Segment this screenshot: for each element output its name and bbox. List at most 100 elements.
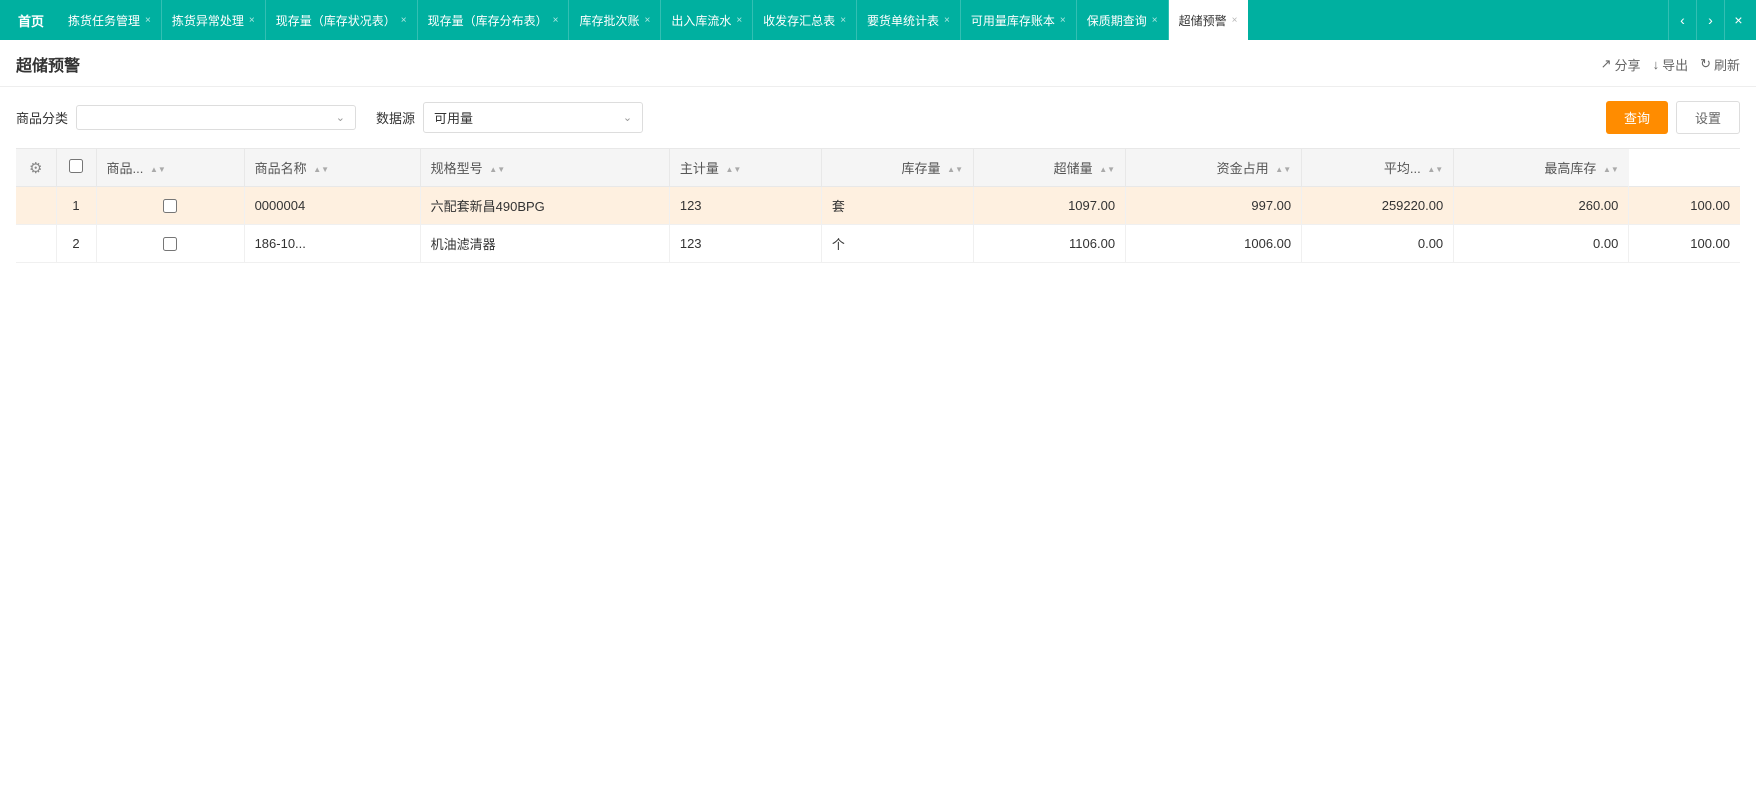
row-gear-cell: [16, 225, 56, 263]
tab-label: 库存批次账: [579, 12, 639, 29]
table-container: ⚙ 商品... ▲▼ 商品名称 ▲▼ 规格型号 ▲▼: [0, 148, 1756, 263]
tab-label: 出入库流水: [671, 12, 731, 29]
row-unit: 个: [821, 225, 973, 263]
tab-batch-account[interactable]: 库存批次账 ×: [569, 0, 661, 40]
category-label: 商品分类: [16, 108, 68, 127]
row-capital: 259220.00: [1302, 187, 1454, 225]
row-checkbox[interactable]: [96, 225, 244, 263]
table-row: 1 0000004 六配套新昌490BPG 123 套 1097.00 997.…: [16, 187, 1740, 225]
sort-arrows-icon: ▲▼: [489, 165, 505, 174]
export-icon: ↓: [1653, 57, 1660, 72]
tab-expiry[interactable]: 保质期查询 ×: [1077, 0, 1169, 40]
th-name[interactable]: 商品名称 ▲▼: [244, 149, 420, 187]
tab-close-icon[interactable]: ×: [644, 15, 650, 26]
export-label: 导出: [1662, 55, 1688, 74]
overstock-table: ⚙ 商品... ▲▼ 商品名称 ▲▼ 规格型号 ▲▼: [16, 148, 1740, 263]
th-avg[interactable]: 平均... ▲▼: [1302, 149, 1454, 187]
tab-close-icon[interactable]: ×: [736, 15, 742, 26]
row-stock: 1097.00: [974, 187, 1126, 225]
nav-close-arrow[interactable]: ×: [1724, 0, 1752, 40]
tab-label: 超储预警: [1179, 12, 1227, 29]
th-over[interactable]: 超储量 ▲▼: [974, 149, 1126, 187]
tab-pick-task[interactable]: 拣货任务管理 ×: [58, 0, 162, 40]
tab-close-icon[interactable]: ×: [944, 15, 950, 26]
row-select-checkbox[interactable]: [163, 237, 177, 251]
tab-available-account[interactable]: 可用量库存账本 ×: [961, 0, 1077, 40]
tab-close-icon[interactable]: ×: [1152, 15, 1158, 26]
th-avg-label: 平均...: [1384, 161, 1421, 176]
datasource-filter: 数据源 可用量 ⌄: [376, 102, 643, 133]
row-stock: 1106.00: [974, 225, 1126, 263]
th-max[interactable]: 最高库存 ▲▼: [1454, 149, 1629, 187]
tab-close-icon[interactable]: ×: [553, 15, 559, 26]
row-select-checkbox[interactable]: [163, 199, 177, 213]
tab-label: 拣货任务管理: [68, 12, 140, 29]
th-capital[interactable]: 资金占用 ▲▼: [1126, 149, 1302, 187]
page-header: 超储预警 ↗ 分享 ↓ 导出 ↻ 刷新: [0, 40, 1756, 87]
row-spec: 123: [669, 225, 821, 263]
tab-overstock[interactable]: 超储预警 ×: [1169, 0, 1249, 40]
tab-pick-exception[interactable]: 拣货异常处理 ×: [162, 0, 266, 40]
table-header-row: ⚙ 商品... ▲▼ 商品名称 ▲▼ 规格型号 ▲▼: [16, 149, 1740, 187]
share-action[interactable]: ↗ 分享: [1601, 55, 1641, 74]
th-stock-label: 库存量: [902, 161, 941, 176]
chevron-down-icon: ⌄: [336, 111, 345, 124]
th-checkbox[interactable]: [56, 149, 96, 187]
sort-arrows-icon: ▲▼: [947, 165, 963, 174]
share-icon: ↗: [1601, 56, 1612, 72]
th-unit-label: 主计量: [680, 161, 719, 176]
tab-close-icon[interactable]: ×: [145, 15, 151, 26]
export-action[interactable]: ↓ 导出: [1653, 55, 1689, 74]
refresh-icon: ↻: [1700, 56, 1711, 72]
setting-button[interactable]: 设置: [1676, 101, 1740, 134]
tab-stock-status[interactable]: 现存量（库存状况表） ×: [266, 0, 418, 40]
filter-area: 商品分类 ⌄ 数据源 可用量 ⌄ 查询 设置: [0, 87, 1756, 148]
row-avg: 260.00: [1454, 187, 1629, 225]
row-checkbox[interactable]: [96, 187, 244, 225]
sort-arrows-icon: ▲▼: [150, 165, 166, 174]
chevron-down-icon: ⌄: [623, 111, 632, 124]
tab-close-icon[interactable]: ×: [840, 15, 846, 26]
sort-arrows-icon: ▲▼: [1427, 165, 1443, 174]
tab-demand-stats[interactable]: 要货单统计表 ×: [857, 0, 961, 40]
th-unit[interactable]: 主计量 ▲▼: [669, 149, 821, 187]
th-spec[interactable]: 规格型号 ▲▼: [420, 149, 669, 187]
tab-close-icon[interactable]: ×: [401, 15, 407, 26]
refresh-label: 刷新: [1714, 55, 1740, 74]
datasource-select[interactable]: 可用量 ⌄: [423, 102, 643, 133]
row-unit: 套: [821, 187, 973, 225]
sort-arrows-icon: ▲▼: [725, 165, 741, 174]
row-spec: 123: [669, 187, 821, 225]
query-button[interactable]: 查询: [1606, 101, 1668, 134]
table-row: 2 186-10... 机油滤清器 123 个 1106.00 1006.00 …: [16, 225, 1740, 263]
gear-icon[interactable]: ⚙: [29, 160, 42, 177]
sort-arrows-icon: ▲▼: [1603, 165, 1619, 174]
tab-stock-dist[interactable]: 现存量（库存分布表） ×: [418, 0, 570, 40]
tab-close-icon[interactable]: ×: [1060, 15, 1066, 26]
table-body: 1 0000004 六配套新昌490BPG 123 套 1097.00 997.…: [16, 187, 1740, 263]
th-gear[interactable]: ⚙: [16, 149, 56, 187]
nav-prev-arrow[interactable]: ‹: [1668, 0, 1696, 40]
header-actions: ↗ 分享 ↓ 导出 ↻ 刷新: [1601, 55, 1740, 74]
nav-next-arrow[interactable]: ›: [1696, 0, 1724, 40]
sort-arrows-icon: ▲▼: [1099, 165, 1115, 174]
sort-arrows-icon: ▲▼: [313, 165, 329, 174]
tab-close-icon[interactable]: ×: [1232, 15, 1238, 26]
datasource-select-value: 可用量: [434, 108, 473, 127]
row-avg: 0.00: [1454, 225, 1629, 263]
th-capital-label: 资金占用: [1217, 161, 1269, 176]
tab-summary[interactable]: 收发存汇总表 ×: [753, 0, 857, 40]
th-stock[interactable]: 库存量 ▲▼: [821, 149, 973, 187]
nav-home[interactable]: 首页: [4, 11, 58, 30]
tab-close-icon[interactable]: ×: [249, 15, 255, 26]
row-index: 2: [56, 225, 96, 263]
category-select[interactable]: ⌄: [76, 105, 356, 130]
filter-buttons: 查询 设置: [1606, 101, 1740, 134]
row-max: 100.00: [1629, 187, 1740, 225]
datasource-label: 数据源: [376, 108, 415, 127]
tab-flow[interactable]: 出入库流水 ×: [661, 0, 753, 40]
th-code[interactable]: 商品... ▲▼: [96, 149, 244, 187]
refresh-action[interactable]: ↻ 刷新: [1700, 55, 1740, 74]
select-all-checkbox[interactable]: [69, 159, 83, 173]
share-label: 分享: [1615, 55, 1641, 74]
